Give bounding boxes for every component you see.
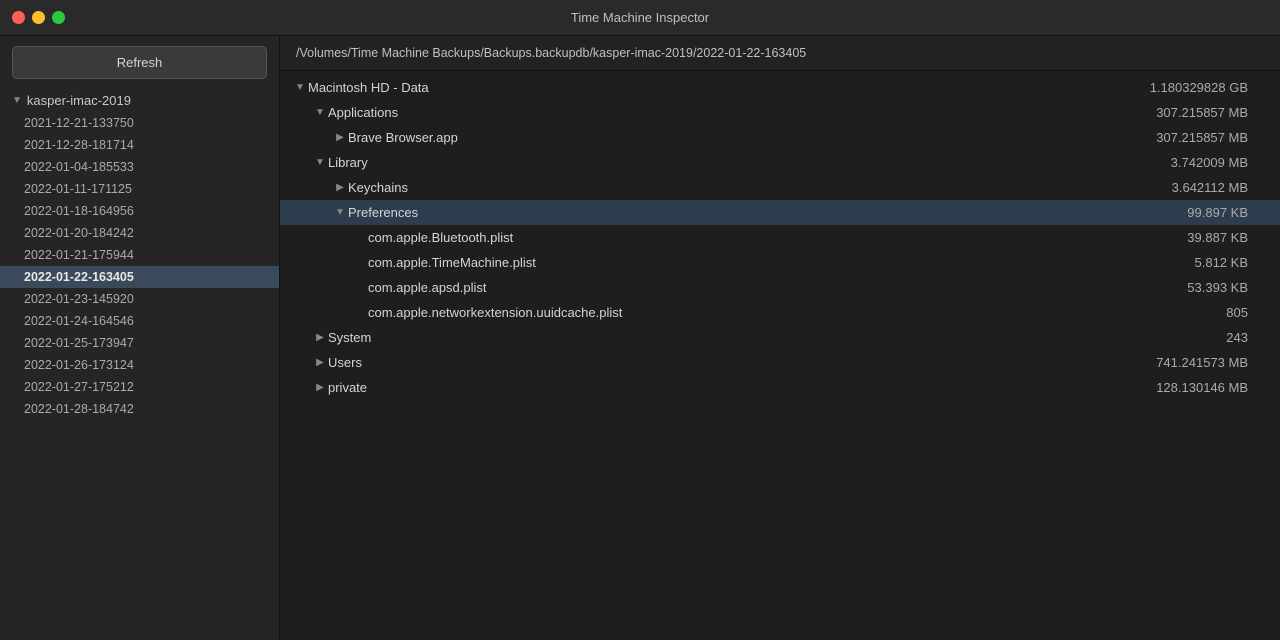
tree-row-library[interactable]: ▼Library3.742009 MB: [280, 150, 1280, 175]
minimize-button[interactable]: [32, 11, 45, 24]
tree-row-label-bluetooth-plist: com.apple.Bluetooth.plist: [368, 230, 1187, 245]
maximize-button[interactable]: [52, 11, 65, 24]
chevron-right-icon: ▶: [312, 357, 328, 368]
chevron-right-icon: ▶: [312, 382, 328, 393]
tree-row-preferences[interactable]: ▼Preferences99.897 KB: [280, 200, 1280, 225]
sidebar-item-2021-12-21-133750[interactable]: 2021-12-21-133750: [0, 112, 279, 134]
sidebar-item-2022-01-18-164956[interactable]: 2022-01-18-164956: [0, 200, 279, 222]
tree-row-size-macintosh-hd-data: 1.180329828 GB: [1150, 80, 1264, 95]
tree-row-size-networkextension-plist: 805: [1226, 305, 1264, 320]
sidebar-item-2022-01-20-184242[interactable]: 2022-01-20-184242: [0, 222, 279, 244]
chevron-right-icon: ▶: [312, 332, 328, 343]
app-title: Time Machine Inspector: [571, 10, 709, 25]
tree-row-label-preferences: Preferences: [348, 205, 1187, 220]
tree-row-apsd-plist[interactable]: com.apple.apsd.plist53.393 KB: [280, 275, 1280, 300]
tree-row-label-applications: Applications: [328, 105, 1156, 120]
tree-row-label-macintosh-hd-data: Macintosh HD - Data: [308, 80, 1150, 95]
tree-row-label-private: private: [328, 380, 1156, 395]
close-button[interactable]: [12, 11, 25, 24]
tree-row-label-timemachine-plist: com.apple.TimeMachine.plist: [368, 255, 1195, 270]
sidebar-item-2022-01-27-175212[interactable]: 2022-01-27-175212: [0, 376, 279, 398]
tree-row-size-system: 243: [1226, 330, 1264, 345]
sidebar-items-list: 2021-12-21-1337502021-12-28-1817142022-0…: [0, 112, 279, 420]
chevron-right-icon: ▶: [332, 182, 348, 193]
tree-row-label-brave-browser: Brave Browser.app: [348, 130, 1156, 145]
chevron-down-icon: ▼: [312, 157, 328, 168]
tree-row-size-private: 128.130146 MB: [1156, 380, 1264, 395]
chevron-down-icon: ▼: [292, 82, 308, 93]
main-layout: Refresh ▼ kasper-imac-2019 2021-12-21-13…: [0, 36, 1280, 640]
tree-row-macintosh-hd-data[interactable]: ▼Macintosh HD - Data1.180329828 GB: [280, 75, 1280, 100]
sidebar-item-2022-01-21-175944[interactable]: 2022-01-21-175944: [0, 244, 279, 266]
tree-row-label-users: Users: [328, 355, 1156, 370]
tree-row-size-timemachine-plist: 5.812 KB: [1195, 255, 1265, 270]
tree-row-label-system: System: [328, 330, 1226, 345]
path-bar: /Volumes/Time Machine Backups/Backups.ba…: [280, 36, 1280, 71]
tree-rows-container: ▼Macintosh HD - Data1.180329828 GB▼Appli…: [280, 75, 1280, 400]
tree-row-bluetooth-plist[interactable]: com.apple.Bluetooth.plist39.887 KB: [280, 225, 1280, 250]
sidebar-item-2022-01-28-184742[interactable]: 2022-01-28-184742: [0, 398, 279, 420]
chevron-right-icon: ▶: [332, 132, 348, 143]
refresh-button[interactable]: Refresh: [12, 46, 267, 79]
titlebar: Time Machine Inspector: [0, 0, 1280, 36]
tree-row-system[interactable]: ▶System243: [280, 325, 1280, 350]
sidebar-item-2022-01-25-173947[interactable]: 2022-01-25-173947: [0, 332, 279, 354]
tree-row-applications[interactable]: ▼Applications307.215857 MB: [280, 100, 1280, 125]
sidebar: Refresh ▼ kasper-imac-2019 2021-12-21-13…: [0, 36, 280, 640]
content-area: /Volumes/Time Machine Backups/Backups.ba…: [280, 36, 1280, 640]
tree-row-label-apsd-plist: com.apple.apsd.plist: [368, 280, 1187, 295]
tree-row-users[interactable]: ▶Users741.241573 MB: [280, 350, 1280, 375]
sidebar-item-2022-01-26-173124[interactable]: 2022-01-26-173124: [0, 354, 279, 376]
sidebar-item-2022-01-24-164546[interactable]: 2022-01-24-164546: [0, 310, 279, 332]
sidebar-item-2022-01-22-163405[interactable]: 2022-01-22-163405: [0, 266, 279, 288]
tree-row-size-brave-browser: 307.215857 MB: [1156, 130, 1264, 145]
tree-row-private[interactable]: ▶private128.130146 MB: [280, 375, 1280, 400]
tree-row-label-keychains: Keychains: [348, 180, 1172, 195]
sidebar-scroll[interactable]: ▼ kasper-imac-2019 2021-12-21-1337502021…: [0, 89, 279, 640]
tree-row-keychains[interactable]: ▶Keychains3.642112 MB: [280, 175, 1280, 200]
tree-row-size-users: 741.241573 MB: [1156, 355, 1264, 370]
tree-view[interactable]: ▼Macintosh HD - Data1.180329828 GB▼Appli…: [280, 71, 1280, 640]
tree-row-timemachine-plist[interactable]: com.apple.TimeMachine.plist5.812 KB: [280, 250, 1280, 275]
sidebar-item-2022-01-23-145920[interactable]: 2022-01-23-145920: [0, 288, 279, 310]
chevron-down-icon: ▼: [332, 207, 348, 218]
tree-row-size-library: 3.742009 MB: [1171, 155, 1264, 170]
tree-row-size-bluetooth-plist: 39.887 KB: [1187, 230, 1264, 245]
chevron-down-icon: ▼: [12, 95, 22, 106]
tree-row-networkextension-plist[interactable]: com.apple.networkextension.uuidcache.pli…: [280, 300, 1280, 325]
tree-row-label-networkextension-plist: com.apple.networkextension.uuidcache.pli…: [368, 305, 1226, 320]
sidebar-item-2021-12-28-181714[interactable]: 2021-12-28-181714: [0, 134, 279, 156]
window-controls: [12, 11, 65, 24]
tree-row-size-preferences: 99.897 KB: [1187, 205, 1264, 220]
tree-row-label-library: Library: [328, 155, 1171, 170]
tree-row-brave-browser[interactable]: ▶Brave Browser.app307.215857 MB: [280, 125, 1280, 150]
tree-row-size-keychains: 3.642112 MB: [1172, 180, 1264, 195]
sidebar-group-kasper[interactable]: ▼ kasper-imac-2019: [0, 89, 279, 112]
sidebar-group-label: kasper-imac-2019: [27, 93, 131, 108]
sidebar-item-2022-01-11-171125[interactable]: 2022-01-11-171125: [0, 178, 279, 200]
chevron-down-icon: ▼: [312, 107, 328, 118]
tree-row-size-apsd-plist: 53.393 KB: [1187, 280, 1264, 295]
tree-row-size-applications: 307.215857 MB: [1156, 105, 1264, 120]
sidebar-item-2022-01-04-185533[interactable]: 2022-01-04-185533: [0, 156, 279, 178]
